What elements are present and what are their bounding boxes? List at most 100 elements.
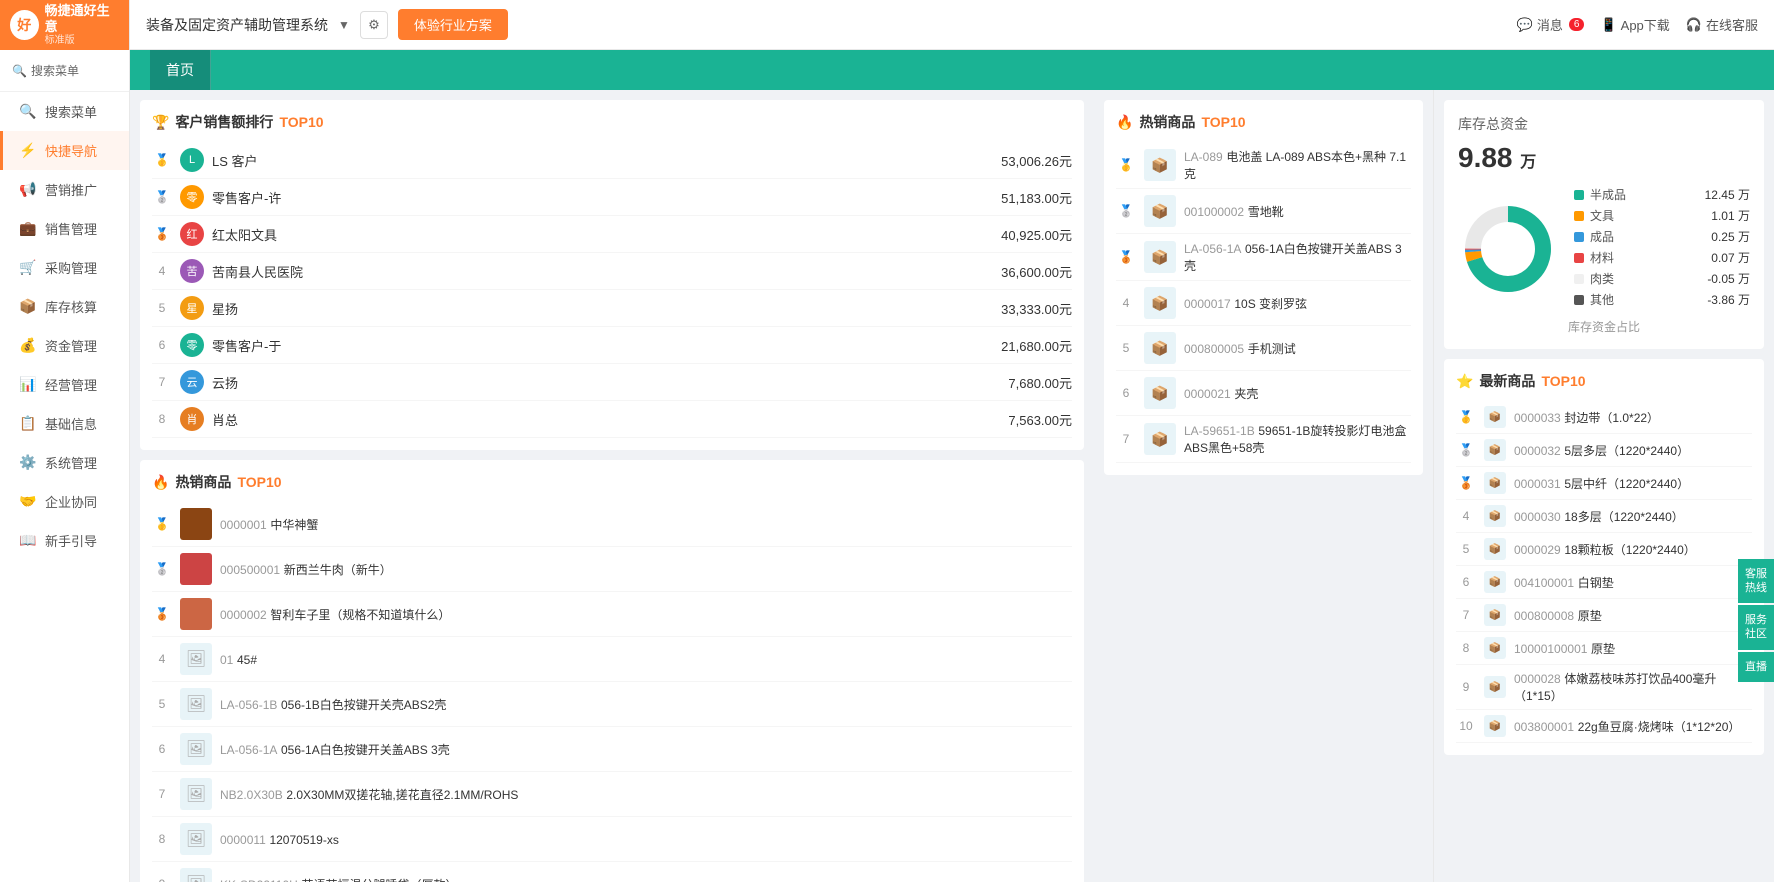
new-products-title: ⭐ 最新商品 TOP10 (1456, 371, 1752, 391)
new-product-thumb: 📦 (1484, 715, 1506, 737)
sidebar-item-sales[interactable]: 💼销售管理 (0, 209, 129, 248)
rank-avatar: 零 (180, 185, 204, 209)
sidebar-item-purchase[interactable]: 🛒采购管理 (0, 248, 129, 287)
product-rank-mid: 🥉 (1116, 250, 1136, 264)
product-thumbnail (180, 598, 212, 630)
product-thumbnail-placeholder: 🖼 (180, 643, 212, 675)
product-rank-mid: 7 (1116, 432, 1136, 446)
rank-name: LS 客户 (212, 151, 993, 170)
new-product-info: 0000029 18颗粒板（1220*2440） (1514, 541, 1752, 558)
new-product-code: 0000030 (1514, 510, 1561, 524)
settings-button[interactable]: ⚙ (360, 11, 388, 39)
sidebar-item-basic[interactable]: 📋基础信息 (0, 404, 129, 443)
float-button-0[interactable]: 客服 热线 (1738, 559, 1774, 604)
legend-item: 其他 -3.86 万 (1574, 291, 1750, 308)
sidebar-item-cooperation[interactable]: 🤝企业协同 (0, 482, 129, 521)
hot-product-middle-item: 6 📦 0000021 夹壳 (1116, 371, 1411, 416)
product-thumbnail-mid: 📦 (1144, 423, 1176, 455)
product-code-mid: 0000017 (1184, 297, 1231, 311)
new-product-info: 004100001 白钢垫 (1514, 574, 1752, 591)
legend-value: 0.25 万 (1711, 228, 1750, 245)
customer-ranking-badge: TOP10 (279, 114, 323, 130)
product-rank: 🥈 (152, 562, 172, 576)
product-rank: 8 (152, 832, 172, 846)
float-button-2[interactable]: 直播 (1738, 652, 1774, 682)
hot-product-item: 🥇 0000001 中华神蟹 (152, 502, 1072, 547)
fire-icon: 🔥 (152, 474, 169, 491)
system-dropdown[interactable]: ▼ (338, 18, 350, 32)
product-code-mid: LA-59651-1B (1184, 424, 1255, 438)
customer-rank-item: 4 苦 苦南县人民医院 36,600.00元 (152, 253, 1072, 290)
product-name-mid: 10S 变刹罗弦 (1234, 297, 1307, 311)
float-button-1[interactable]: 服务 社区 (1738, 605, 1774, 650)
sidebar-item-system[interactable]: ⚙️系统管理 (0, 443, 129, 482)
new-product-code: 0000033 (1514, 411, 1561, 425)
rank-avatar: 红 (180, 222, 204, 246)
sidebar-item-inventory[interactable]: 📦库存核算 (0, 287, 129, 326)
hot-product-middle-item: 7 📦 LA-59651-1B 59651-1B旋转投影灯电池盒ABS黑色+58… (1116, 416, 1411, 463)
sidebar-item-operation[interactable]: 📊经营管理 (0, 365, 129, 404)
trial-button[interactable]: 体验行业方案 (398, 9, 508, 40)
product-thumbnail-placeholder: 🖼 (180, 868, 212, 882)
product-info: 000500001 新西兰牛肉（新牛） (220, 561, 1072, 578)
product-rank: 5 (152, 697, 172, 711)
new-product-info: 10000100001 原垫 (1514, 640, 1752, 657)
search-menu-button[interactable]: 🔍 搜索菜单 (8, 58, 121, 83)
new-product-info: 003800001 22g鱼豆腐·烧烤味（1*12*20） (1514, 718, 1752, 735)
customer-rank-item: 6 零 零售客户-于 21,680.00元 (152, 327, 1072, 364)
new-product-item: 🥇 📦 0000033 封边带（1.0*22） (1456, 401, 1752, 434)
sidebar-item-search[interactable]: 🔍搜索菜单 (0, 92, 129, 131)
new-product-rank: 7 (1456, 608, 1476, 622)
rank-number: 🥇 (152, 153, 172, 167)
new-product-rank: 8 (1456, 641, 1476, 655)
new-product-thumb: 📦 (1484, 406, 1506, 428)
new-product-thumb: 📦 (1484, 439, 1506, 461)
message-button[interactable]: 💬 消息 6 (1517, 15, 1585, 34)
hot-product-middle-item: 5 📦 000800005 手机测试 (1116, 326, 1411, 371)
inventory-donut-chart (1458, 199, 1558, 299)
rank-avatar: 苦 (180, 259, 204, 283)
customer-rank-item: 🥈 零 零售客户-许 51,183.00元 (152, 179, 1072, 216)
new-product-item: 4 📦 0000030 18多层（1220*2440） (1456, 500, 1752, 533)
rank-name: 肖总 (212, 410, 1000, 429)
hot-product-item: 🥈 000500001 新西兰牛肉（新牛） (152, 547, 1072, 592)
product-name: 12070519-xs (269, 833, 338, 847)
product-name: 花语萌恒温分腿睡袋（厚款） (301, 878, 457, 882)
legend-value: 0.07 万 (1711, 249, 1750, 266)
new-product-item: 8 📦 10000100001 原垫 (1456, 632, 1752, 665)
hot-products-title: 🔥 热销商品 TOP10 (152, 472, 1072, 492)
legend-item: 半成品 12.45 万 (1574, 186, 1750, 203)
trophy-icon: 🏆 (152, 114, 169, 131)
new-product-name: 封边带（1.0*22） (1564, 411, 1659, 425)
new-product-name: 原垫 (1578, 609, 1602, 623)
online-service-button[interactable]: 🎧 在线客服 (1686, 15, 1758, 34)
legend-label: 肉类 (1590, 270, 1701, 287)
nav-icon-inventory: 📦 (19, 298, 37, 315)
hot-product-item: 6 🖼 LA-056-1A 056-1A白色按键开关盖ABS 3壳 (152, 727, 1072, 772)
product-rank-mid: 🥇 (1116, 158, 1136, 172)
product-rank-mid: 5 (1116, 341, 1136, 355)
new-product-rank: 5 (1456, 542, 1476, 556)
product-info: KK-SD22110H 花语萌恒温分腿睡袋（厚款） (220, 876, 1072, 882)
product-info-mid: 0000017 10S 变刹罗弦 (1184, 295, 1411, 312)
rank-name: 星扬 (212, 299, 993, 318)
rank-number: 5 (152, 301, 172, 315)
new-product-item: 🥉 📦 0000031 5层中纤（1220*2440） (1456, 467, 1752, 500)
hot-products-card: 🔥 热销商品 TOP10 🥇 0000001 中华神蟹 🥈 000500001 … (140, 460, 1084, 882)
app-download-button[interactable]: 📱 App下载 (1600, 15, 1669, 34)
new-product-rank: 9 (1456, 680, 1476, 694)
sidebar-item-marketing[interactable]: 📢营销推广 (0, 170, 129, 209)
tab-home[interactable]: 首页 (150, 50, 211, 90)
new-product-name: 18颗粒板（1220*2440） (1564, 543, 1695, 557)
sidebar-item-guide[interactable]: 📖新手引导 (0, 521, 129, 560)
product-code: 000500001 (220, 563, 280, 577)
product-name: 中华神蟹 (270, 518, 318, 532)
rank-number: 🥈 (152, 190, 172, 204)
sidebar-item-finance[interactable]: 💰资金管理 (0, 326, 129, 365)
nav-icon-system: ⚙️ (19, 454, 37, 471)
product-code-mid: 001000002 (1184, 205, 1244, 219)
sidebar-item-quick-nav[interactable]: ⚡快捷导航 (0, 131, 129, 170)
new-product-thumb: 📦 (1484, 604, 1506, 626)
new-products-card: ⭐ 最新商品 TOP10 🥇 📦 0000033 封边带（1.0*22） 🥈 📦… (1444, 359, 1764, 755)
customer-ranking-card: 🏆 客户销售额排行 TOP10 🥇 L LS 客户 53,006.26元 🥈 零… (140, 100, 1084, 450)
